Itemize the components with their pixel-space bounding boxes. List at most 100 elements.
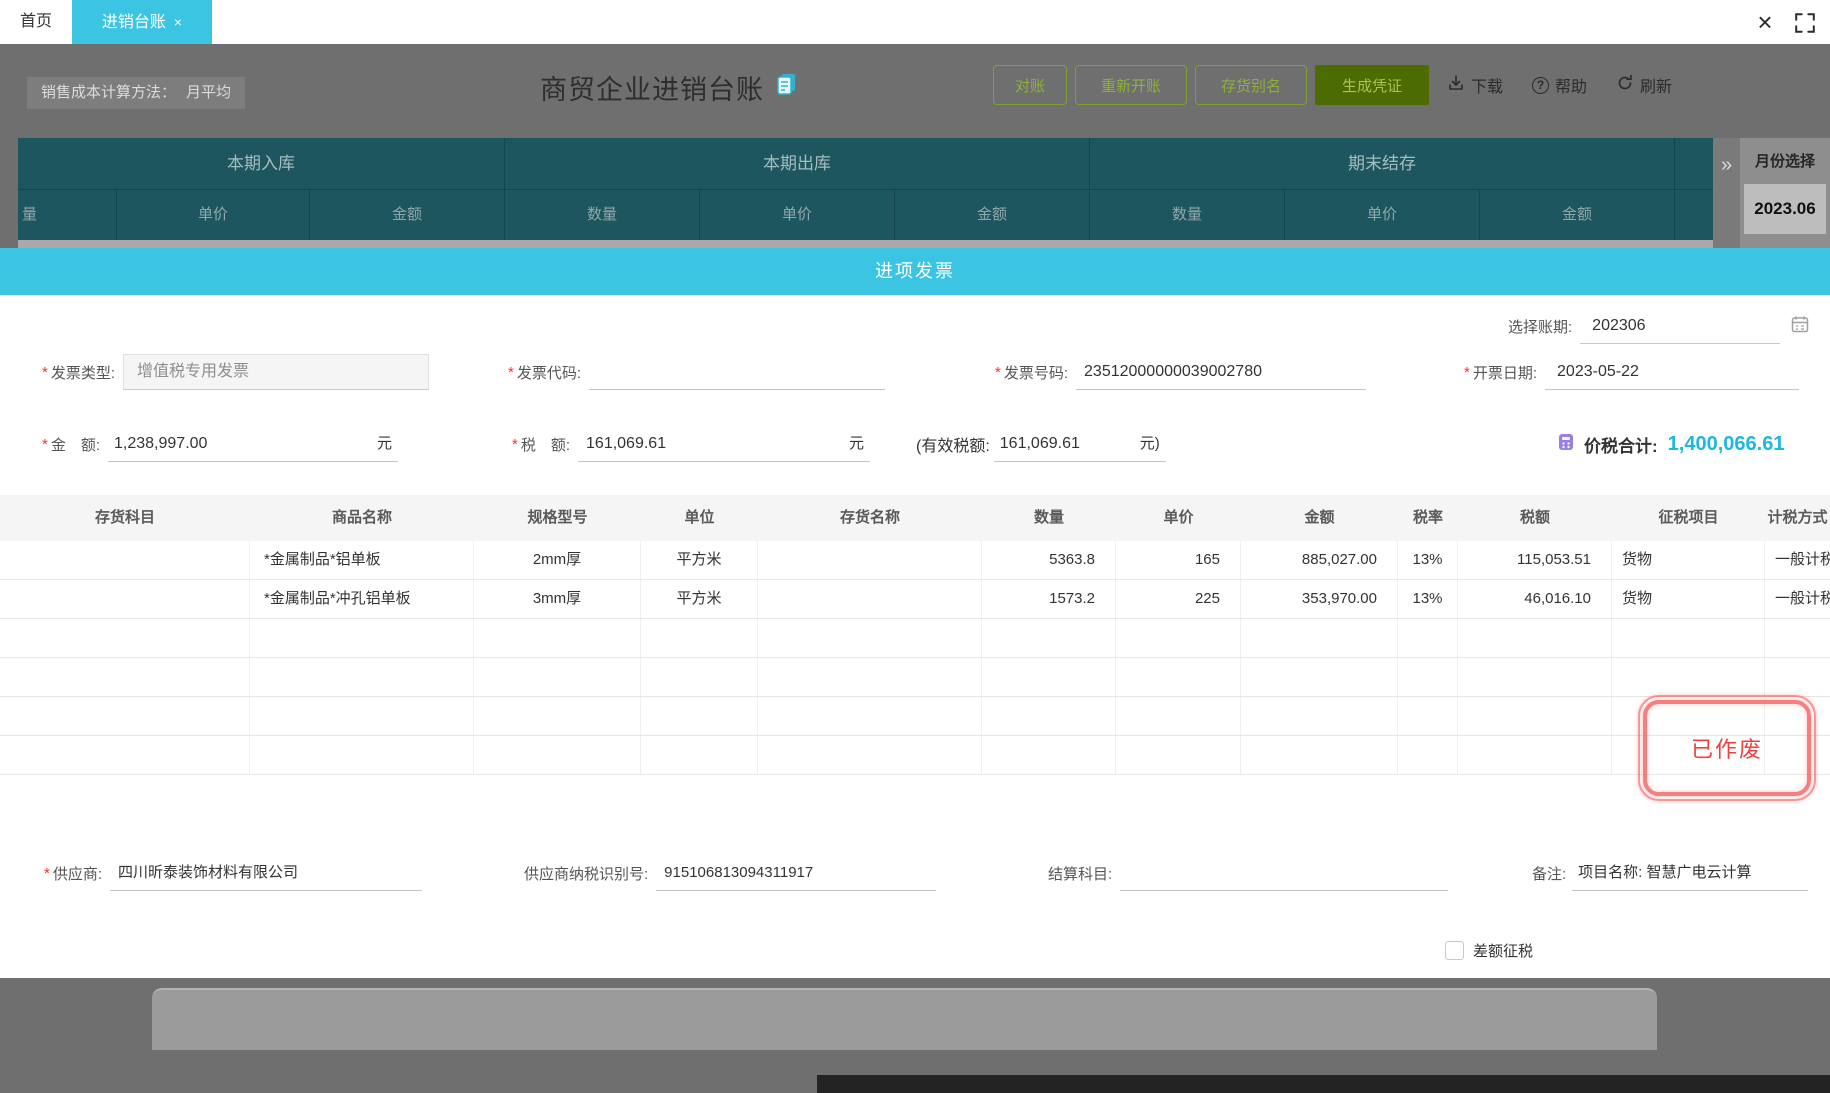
inventory-alias-button[interactable]: 存货别名 — [1195, 65, 1307, 105]
total-value: 1,400,066.61 — [1667, 432, 1785, 455]
reconcile-button[interactable]: 对账 — [993, 65, 1067, 105]
ledger-col-price: 单价 — [1285, 190, 1480, 240]
calendar-icon[interactable] — [1780, 314, 1810, 339]
refresh-button[interactable]: 刷新 — [1616, 72, 1672, 98]
header-inventory-name: 存货名称 — [839, 509, 900, 526]
ledger-col-amount: 金额 — [895, 190, 1090, 240]
required-mark: * — [512, 435, 518, 453]
ledger-col-price: 单价 — [117, 190, 310, 240]
supplier-tax-id-field: 供应商纳税识别号: 915106813094311917 — [524, 853, 937, 893]
close-icon[interactable]: × — [1748, 6, 1782, 40]
month-value[interactable]: 2023.06 — [1744, 184, 1826, 234]
cost-method-value[interactable]: 月平均 — [186, 77, 231, 109]
refresh-label: 刷新 — [1640, 79, 1673, 96]
amount-value: 1,238,997.00 — [114, 435, 208, 452]
invoice-number-label: 发票号码: — [1003, 364, 1069, 382]
table-row-empty[interactable] — [0, 658, 1830, 697]
tab-ledger[interactable]: 进销台账 × — [72, 0, 212, 44]
cost-method-label: 销售成本计算方法： — [41, 84, 177, 101]
page-title: 商贸企业进销台账 — [540, 68, 800, 107]
app-screen: 首页 进销台账 × × 销售成本计算方法： 月平均 商贸企业进销台账 对账 重新开… — [0, 0, 1830, 1093]
tax-unit: 元 — [849, 435, 865, 452]
invoice-type-input[interactable]: 增值税专用发票 — [123, 354, 430, 390]
cell-quantity: 1573.2 — [982, 580, 1116, 618]
period-field: 选择账期: 202306 — [1508, 306, 1810, 346]
ledger-header: 本期入库 本期出库 期末结存 量 单价 金额 数量 单价 金额 数量 单价 金额 — [18, 138, 1713, 248]
invoice-code-label: 发票代码: — [516, 364, 582, 382]
settlement-account-label: 结算科目: — [1048, 865, 1113, 883]
table-row[interactable]: *金属制品*冲孔铝单板 3mm厚 平方米 1573.2 225 353,970.… — [0, 580, 1830, 619]
invoice-code-input[interactable] — [589, 354, 886, 390]
fullscreen-icon[interactable] — [1794, 12, 1816, 34]
amount-input[interactable]: 1,238,997.00 元 — [108, 426, 399, 462]
required-mark: * — [42, 363, 48, 381]
tax-value: 161,069.61 — [586, 435, 667, 452]
tax-label: 税 额: — [520, 436, 571, 454]
supplier-field: * 供应商: 四川昕泰装饰材料有限公司 — [44, 853, 423, 893]
calculator-icon — [1556, 432, 1576, 457]
invoice-number-input[interactable]: 23512000000039002780 — [1076, 354, 1367, 390]
ledger-col-qty: 数量 — [1090, 190, 1285, 240]
required-mark: * — [995, 363, 1001, 381]
diff-tax-checkbox[interactable] — [1445, 940, 1464, 960]
table-row-empty[interactable] — [0, 736, 1830, 775]
cell-tax-rate: 13% — [1398, 580, 1458, 618]
download-button[interactable]: 下载 — [1447, 72, 1503, 98]
header-quantity: 数量 — [1033, 509, 1064, 526]
tab-bar: 首页 进销台账 × × — [0, 0, 1830, 44]
expand-chevron-icon[interactable]: » — [1713, 138, 1740, 248]
tax-input[interactable]: 161,069.61 元 — [578, 426, 871, 462]
ledger-col-pad — [1675, 190, 1713, 240]
supplier-label: 供应商: — [52, 865, 103, 883]
header-amount: 金额 — [1304, 509, 1335, 526]
generate-voucher-button[interactable]: 生成凭证 — [1315, 65, 1429, 105]
document-icon[interactable] — [774, 71, 800, 104]
cell-tax-method: 一般计税 — [1775, 590, 1830, 607]
effective-tax-input[interactable]: 161,069.61 元) — [993, 426, 1166, 462]
effective-tax-field: (有效税额: 161,069.61 元) — [916, 424, 1166, 464]
diff-tax-option: 差额征税 — [1445, 938, 1533, 962]
ledger-col-amount: 金额 — [310, 190, 505, 240]
tab-close-icon[interactable]: × — [174, 14, 182, 30]
background-panel — [152, 988, 1657, 1050]
cell-amount: 885,027.00 — [1241, 541, 1398, 579]
period-input[interactable]: 202306 — [1580, 308, 1781, 344]
help-button[interactable]: ? 帮助 — [1532, 72, 1587, 98]
background-dark-strip — [817, 1075, 1830, 1093]
help-icon: ? — [1532, 76, 1549, 94]
header-inventory-account: 存货科目 — [94, 509, 155, 526]
remark-input[interactable]: 项目名称: 智慧广电云计算 — [1572, 855, 1809, 891]
amount-unit: 元 — [377, 435, 393, 452]
settlement-account-field: 结算科目: — [1048, 853, 1449, 893]
settlement-account-input[interactable] — [1120, 855, 1449, 891]
cell-tax-amount: 46,016.10 — [1458, 580, 1612, 618]
table-row[interactable]: *金属制品*铝单板 2mm厚 平方米 5363.8 165 885,027.00… — [0, 541, 1830, 580]
diff-tax-label: 差额征税 — [1473, 942, 1534, 960]
dialog-title: 进项发票 — [0, 248, 1830, 295]
required-mark: * — [44, 864, 50, 882]
ledger-col-qty: 数量 — [505, 190, 700, 240]
header-tax-rate: 税率 — [1412, 509, 1443, 526]
supplier-input[interactable]: 四川昕泰装饰材料有限公司 — [110, 855, 423, 891]
cell-amount: 353,970.00 — [1241, 580, 1398, 618]
total-field: 价税合计: 1,400,066.61 — [1556, 424, 1784, 464]
reopen-books-button[interactable]: 重新开账 — [1075, 65, 1187, 105]
invoice-date-input[interactable]: 2023-05-22 — [1545, 354, 1800, 390]
table-row-empty[interactable] — [0, 619, 1830, 658]
group-ending-balance: 期末结存 — [1090, 138, 1675, 190]
header-tax-method: 计税方式 — [1767, 509, 1828, 526]
table-row-empty[interactable] — [0, 697, 1830, 736]
cell-tax-method: 一般计税 — [1775, 551, 1830, 568]
supplier-tax-id-input[interactable]: 915106813094311917 — [656, 855, 937, 891]
cell-tax-amount: 115,053.51 — [1458, 541, 1612, 579]
group-current-inbound: 本期入库 — [18, 138, 505, 190]
header-product-name: 商品名称 — [331, 509, 392, 526]
supplier-tax-id-label: 供应商纳税识别号: — [524, 865, 649, 883]
help-label: 帮助 — [1555, 79, 1588, 96]
ledger-col-qty-partial: 量 — [18, 190, 117, 240]
tab-home[interactable]: 首页 — [0, 0, 72, 44]
cell-tax-rate: 13% — [1398, 541, 1458, 579]
header-spec: 规格型号 — [527, 509, 588, 526]
effective-tax-label: (有效税额: — [916, 438, 990, 455]
amount-field: * 金 额: 1,238,997.00 元 — [42, 424, 399, 464]
